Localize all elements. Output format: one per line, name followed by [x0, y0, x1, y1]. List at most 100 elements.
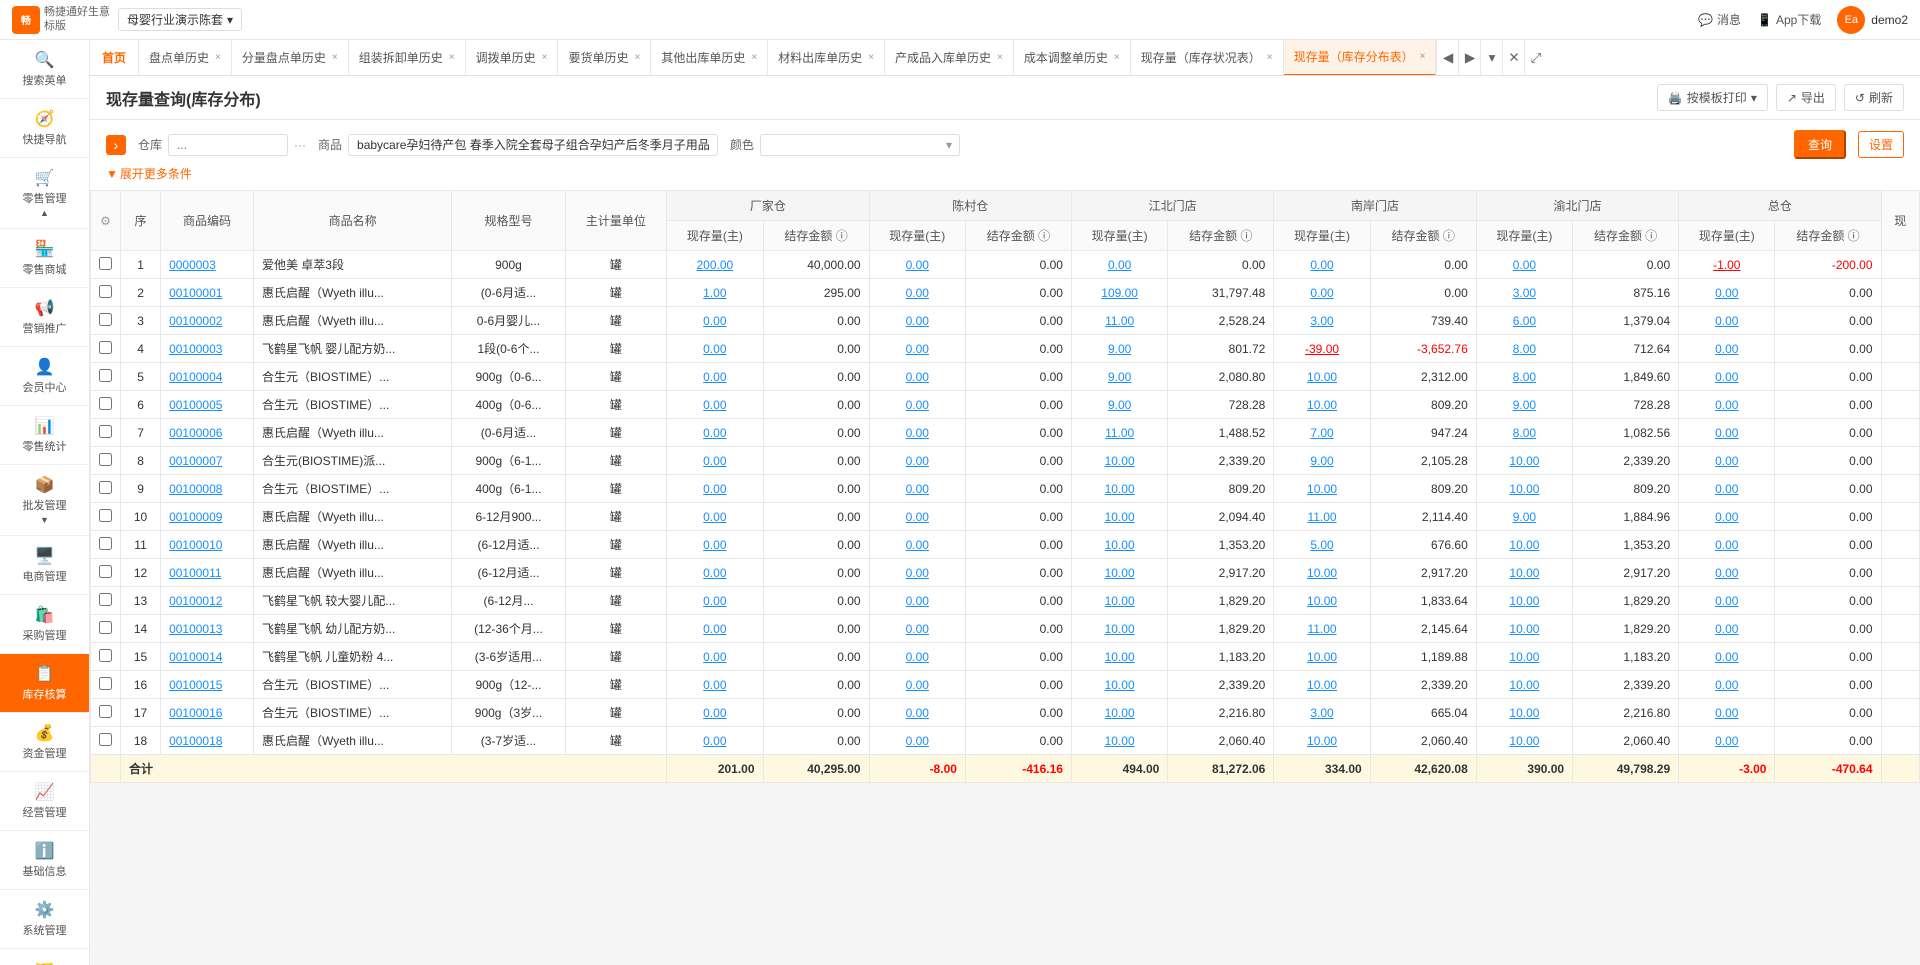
- close-tab-cost[interactable]: ×: [1114, 52, 1120, 63]
- td-code[interactable]: 00100018: [161, 727, 254, 755]
- td-checkbox[interactable]: [91, 615, 121, 643]
- tab-next-btn[interactable]: ▶: [1458, 40, 1480, 76]
- td-yb-stock[interactable]: 10.00: [1476, 447, 1572, 475]
- td-checkbox[interactable]: [91, 587, 121, 615]
- td-checkbox[interactable]: [91, 335, 121, 363]
- app-download-btn[interactable]: 📱 App下载: [1757, 11, 1821, 28]
- td-na-stock[interactable]: 3.00: [1274, 307, 1370, 335]
- td-checkbox[interactable]: [91, 503, 121, 531]
- td-na-stock[interactable]: 7.00: [1274, 419, 1370, 447]
- sidebar-item-mall[interactable]: 🏪 零售商城: [0, 229, 89, 288]
- filter-expand-btn[interactable]: ›: [106, 135, 126, 155]
- tenant-dropdown[interactable]: 母婴行业演示陈套 ▾: [118, 8, 242, 31]
- td-jb-stock[interactable]: 10.00: [1071, 531, 1167, 559]
- close-tab-assembly[interactable]: ×: [449, 52, 455, 63]
- td-t-stock[interactable]: 0.00: [1679, 419, 1775, 447]
- td-checkbox[interactable]: [91, 727, 121, 755]
- td-cy-stock[interactable]: 0.00: [869, 699, 965, 727]
- tab-assembly[interactable]: 组装拆卸单历史 ×: [349, 40, 466, 76]
- td-jb-stock[interactable]: 10.00: [1071, 699, 1167, 727]
- tab-other-out[interactable]: 其他出库单历史 ×: [651, 40, 768, 76]
- td-yb-stock[interactable]: 8.00: [1476, 335, 1572, 363]
- td-t-stock[interactable]: 0.00: [1679, 643, 1775, 671]
- td-yb-stock[interactable]: 8.00: [1476, 419, 1572, 447]
- td-t-stock[interactable]: 0.00: [1679, 307, 1775, 335]
- sidebar-item-retail-stats[interactable]: 📊 零售统计: [0, 406, 89, 465]
- td-checkbox[interactable]: [91, 307, 121, 335]
- td-f-stock[interactable]: 0.00: [667, 335, 763, 363]
- tab-material-out[interactable]: 材料出库单历史 ×: [768, 40, 885, 76]
- td-checkbox[interactable]: [91, 643, 121, 671]
- settings-btn[interactable]: 设置: [1858, 131, 1904, 158]
- tab-partial-count[interactable]: 分量盘点单历史 ×: [232, 40, 349, 76]
- messages-btn[interactable]: 💬 消息: [1698, 11, 1741, 28]
- td-yb-stock[interactable]: 9.00: [1476, 503, 1572, 531]
- sidebar-item-ecommerce[interactable]: 🖥️ 电商管理: [0, 536, 89, 595]
- close-tab-requisition[interactable]: ×: [634, 52, 640, 63]
- td-na-stock[interactable]: 10.00: [1274, 727, 1370, 755]
- td-f-stock[interactable]: 0.00: [667, 503, 763, 531]
- td-t-stock[interactable]: 0.00: [1679, 503, 1775, 531]
- td-na-stock[interactable]: 10.00: [1274, 391, 1370, 419]
- td-jb-stock[interactable]: 9.00: [1071, 391, 1167, 419]
- close-tab-stock-status[interactable]: ×: [1267, 52, 1273, 63]
- td-f-stock[interactable]: 0.00: [667, 475, 763, 503]
- td-na-stock[interactable]: 10.00: [1274, 643, 1370, 671]
- td-checkbox[interactable]: [91, 699, 121, 727]
- td-cy-stock[interactable]: 0.00: [869, 643, 965, 671]
- td-t-stock[interactable]: 0.00: [1679, 363, 1775, 391]
- td-checkbox[interactable]: [91, 279, 121, 307]
- goods-input[interactable]: [348, 134, 718, 156]
- sidebar-item-inventory[interactable]: 📋 库存核算: [0, 654, 89, 713]
- td-code[interactable]: 00100002: [161, 307, 254, 335]
- export-btn[interactable]: ↗ 导出: [1776, 84, 1836, 111]
- td-na-stock[interactable]: 11.00: [1274, 503, 1370, 531]
- td-na-stock[interactable]: 0.00: [1274, 251, 1370, 279]
- td-f-stock[interactable]: 0.00: [667, 643, 763, 671]
- td-jb-stock[interactable]: 10.00: [1071, 727, 1167, 755]
- td-code[interactable]: 00100012: [161, 587, 254, 615]
- td-na-stock[interactable]: 0.00: [1274, 279, 1370, 307]
- td-checkbox[interactable]: [91, 531, 121, 559]
- close-tab-partial[interactable]: ×: [332, 52, 338, 63]
- td-yb-stock[interactable]: 10.00: [1476, 615, 1572, 643]
- close-tab-finished[interactable]: ×: [997, 52, 1003, 63]
- sidebar-item-marketing[interactable]: 📢 营销推广: [0, 288, 89, 347]
- close-tab-inventory-count[interactable]: ×: [215, 52, 221, 63]
- td-t-stock[interactable]: 0.00: [1679, 671, 1775, 699]
- close-tab-material[interactable]: ×: [868, 52, 874, 63]
- warehouse-input[interactable]: [168, 134, 288, 156]
- tab-stock-dist[interactable]: 现存量（库存分布表） ×: [1284, 40, 1437, 76]
- td-f-stock[interactable]: 0.00: [667, 531, 763, 559]
- gear-icon[interactable]: ⚙: [100, 214, 111, 228]
- expand-conditions-btn[interactable]: ▼ 展开更多条件: [106, 165, 192, 182]
- td-checkbox[interactable]: [91, 391, 121, 419]
- td-na-stock[interactable]: 11.00: [1274, 615, 1370, 643]
- td-na-stock[interactable]: -39.00: [1274, 335, 1370, 363]
- td-t-stock[interactable]: 0.00: [1679, 475, 1775, 503]
- td-f-stock[interactable]: 0.00: [667, 587, 763, 615]
- td-jb-stock[interactable]: 11.00: [1071, 419, 1167, 447]
- td-na-stock[interactable]: 10.00: [1274, 671, 1370, 699]
- td-f-stock[interactable]: 0.00: [667, 699, 763, 727]
- td-na-stock[interactable]: 10.00: [1274, 587, 1370, 615]
- td-cy-stock[interactable]: 0.00: [869, 419, 965, 447]
- td-yb-stock[interactable]: 3.00: [1476, 279, 1572, 307]
- td-t-stock[interactable]: 0.00: [1679, 699, 1775, 727]
- td-t-stock[interactable]: 0.00: [1679, 447, 1775, 475]
- td-code[interactable]: 00100011: [161, 559, 254, 587]
- td-na-stock[interactable]: 3.00: [1274, 699, 1370, 727]
- td-jb-stock[interactable]: 10.00: [1071, 671, 1167, 699]
- td-t-stock[interactable]: 0.00: [1679, 559, 1775, 587]
- tab-prev-btn[interactable]: ◀: [1436, 40, 1458, 76]
- td-f-stock[interactable]: 0.00: [667, 363, 763, 391]
- tab-transfer[interactable]: 调拨单历史 ×: [466, 40, 559, 76]
- print-btn[interactable]: 🖨️ 按模板打印 ▾: [1657, 84, 1768, 111]
- close-tab-transfer[interactable]: ×: [542, 52, 548, 63]
- td-f-stock[interactable]: 0.00: [667, 559, 763, 587]
- td-na-stock[interactable]: 10.00: [1274, 363, 1370, 391]
- td-cy-stock[interactable]: 0.00: [869, 503, 965, 531]
- td-t-stock[interactable]: 0.00: [1679, 615, 1775, 643]
- td-jb-stock[interactable]: 10.00: [1071, 615, 1167, 643]
- td-f-stock[interactable]: 0.00: [667, 391, 763, 419]
